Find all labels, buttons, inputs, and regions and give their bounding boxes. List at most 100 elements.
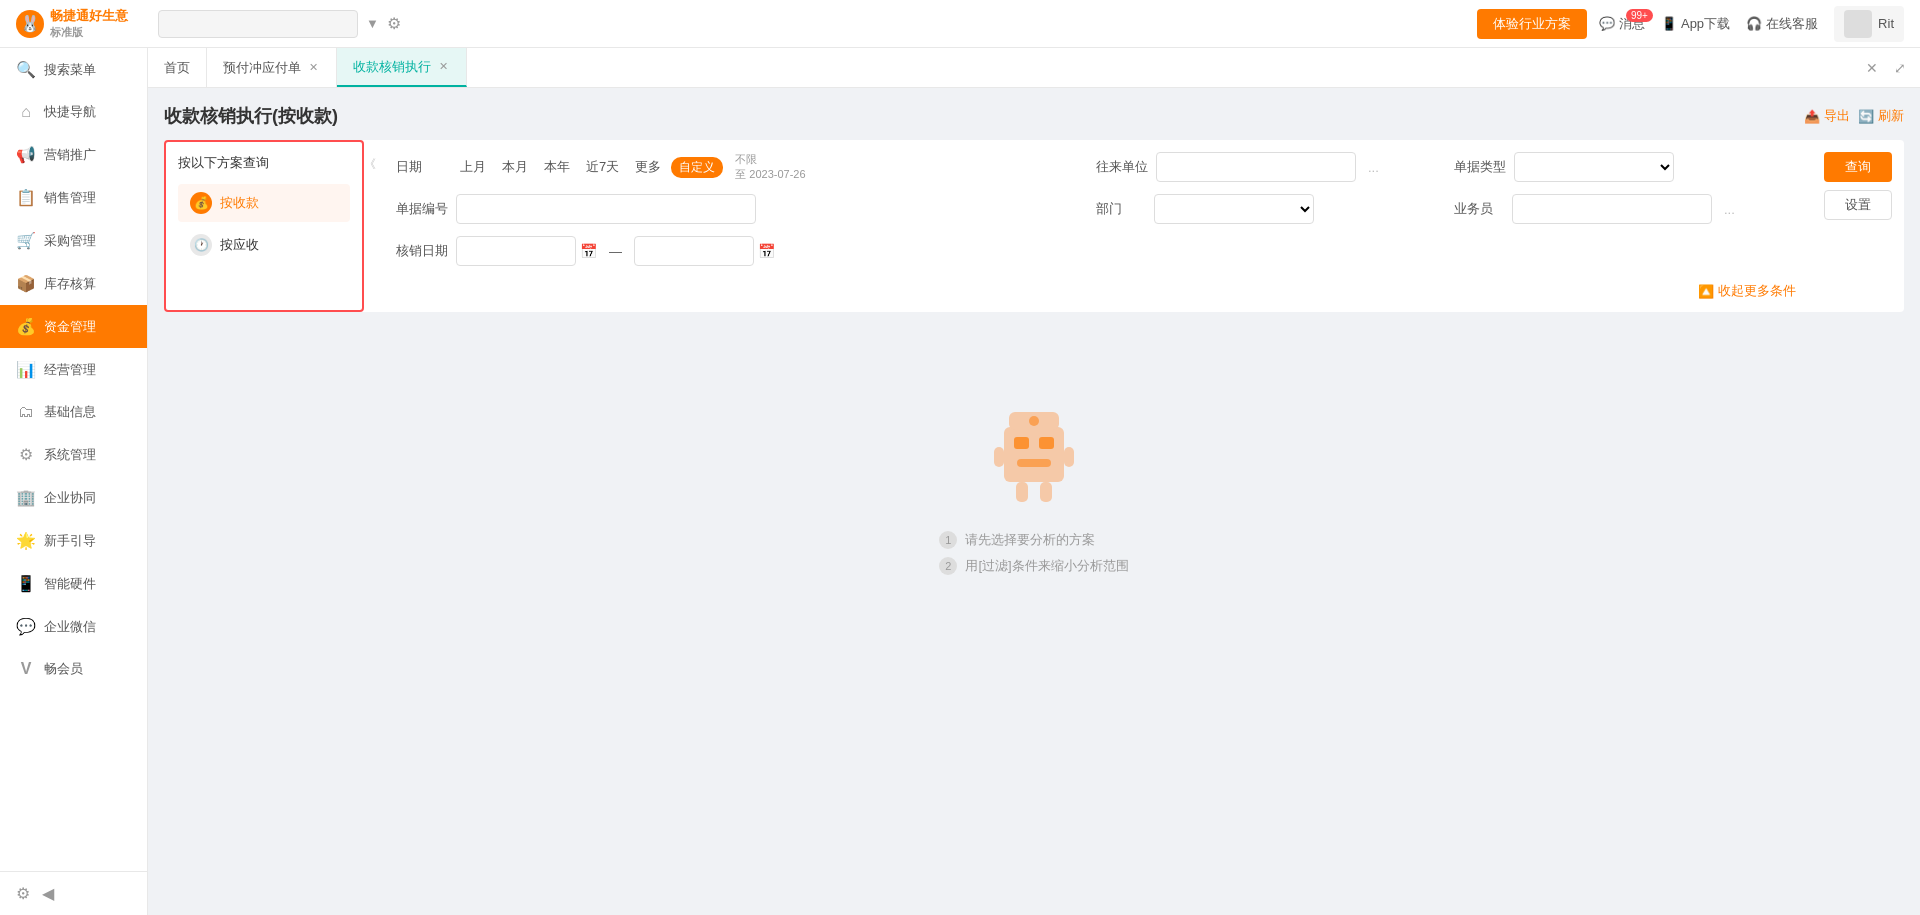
inventory-icon: 📦 [16,274,36,293]
solution-button[interactable]: 体验行业方案 [1477,9,1587,39]
voucher-type-field: 单据类型 [1454,152,1796,182]
tab-home[interactable]: 首页 [148,48,207,87]
voucher-type-select[interactable] [1514,152,1674,182]
staff-dots[interactable]: ... [1720,202,1739,217]
sidebar-label-enterprise: 企业协同 [44,489,96,507]
empty-state: 1 请先选择要分析的方案 2 用[过滤]条件来缩小分析范围 [164,392,1904,575]
date-label: 日期 [396,158,446,176]
sidebar-item-purchase[interactable]: 🛒 采购管理 [0,219,147,262]
sidebar-item-enterprise[interactable]: 🏢 企业协同 [0,476,147,519]
app-download-action[interactable]: 📱 App下载 [1661,15,1730,33]
filter-row-2: 单据编号 部门 业务员 ... [396,194,1796,224]
date-tab-last-month[interactable]: 上月 [454,156,492,178]
svg-rect-5 [1064,447,1074,467]
empty-illustration [974,392,1094,515]
message-action[interactable]: 💬 消息 99+ [1599,15,1645,33]
search-input[interactable] [158,10,358,38]
hardware-icon: 📱 [16,574,36,593]
sidebar-item-member[interactable]: V 畅会员 [0,648,147,690]
sidebar-item-basic-info[interactable]: 🗂 基础信息 [0,391,147,433]
date-tab-this-month[interactable]: 本月 [496,156,534,178]
wechat-icon: 💬 [16,617,36,636]
filter-option-by-collection[interactable]: 💰 按收款 [178,184,350,222]
refresh-button[interactable]: 🔄 刷新 [1858,107,1904,125]
tab-bar: 首页 预付冲应付单 ✕ 收款核销执行 ✕ ✕ ⤢ [148,48,1920,88]
reconcile-date-dash: — [609,244,622,259]
sidebar-label-inventory: 库存核算 [44,275,96,293]
sidebar-item-funds[interactable]: 💰 资金管理 [0,305,147,348]
sidebar-label-funds: 资金管理 [44,318,96,336]
voucher-no-field: 单据编号 [396,194,1080,224]
top-bar-search: ▼ ⚙ [158,10,1465,38]
collapse-more-btn[interactable]: 🔼 收起更多条件 [396,282,1796,300]
empty-text: 1 请先选择要分析的方案 2 用[过滤]条件来缩小分析范围 [939,531,1128,575]
hint-1-text: 请先选择要分析的方案 [965,531,1095,549]
filter-option-receivable-label: 按应收 [220,236,259,254]
tab-collection-offset[interactable]: 收款核销执行 ✕ [337,48,467,87]
staff-input[interactable] [1512,194,1712,224]
filter-scheme-title: 按以下方案查询 [178,154,350,172]
filter-collapse-btn[interactable]: 《 [364,140,380,312]
sidebar-label-guide: 新手引导 [44,532,96,550]
dept-select[interactable] [1154,194,1314,224]
settings-icon[interactable]: ⚙ [387,14,401,33]
sidebar-item-quick-nav[interactable]: ⌂ 快捷导航 [0,91,147,133]
sidebar-item-hardware[interactable]: 📱 智能硬件 [0,562,147,605]
date-tab-7days[interactable]: 近7天 [580,156,625,178]
collapse-more-label: 收起更多条件 [1718,282,1796,300]
app-download-label: App下载 [1681,15,1730,33]
reconcile-date-end-calendar-icon[interactable]: 📅 [758,243,775,259]
settings-button[interactable]: 设置 [1824,190,1892,220]
svg-rect-3 [1017,459,1051,467]
home-icon: ⌂ [16,103,36,121]
reconcile-date-start-input[interactable]: 2023-03-01 [456,236,576,266]
sidebar-item-search-menu[interactable]: 🔍 搜索菜单 [0,48,147,91]
top-bar-actions: 💬 消息 99+ 📱 App下载 🎧 在线客服 Rit [1599,6,1904,42]
party-dots[interactable]: ... [1364,160,1383,175]
page-title: 收款核销执行(按收款) [164,104,338,128]
dept-label: 部门 [1096,200,1146,218]
tab-prepay-close[interactable]: ✕ [307,59,320,76]
export-button[interactable]: 📤 导出 [1804,107,1850,125]
collection-option-icon: 💰 [190,192,212,214]
business-icon: 📊 [16,360,36,379]
sidebar-item-guide[interactable]: 🌟 新手引导 [0,519,147,562]
sidebar-collapse-icon[interactable]: ◀ [42,884,54,903]
filter-option-by-receivable[interactable]: 🕐 按应收 [178,226,350,264]
staff-label: 业务员 [1454,200,1504,218]
hint-2-num: 2 [939,557,957,575]
staff-field: 业务员 ... [1454,194,1796,224]
tab-collection-close[interactable]: ✕ [437,58,450,75]
date-tab-more[interactable]: 更多 [629,156,667,178]
voucher-no-input[interactable] [456,194,756,224]
dropdown-icon[interactable]: ▼ [366,16,379,31]
collapse-up-icon: 🔼 [1698,284,1714,299]
svg-rect-4 [994,447,1004,467]
sidebar-item-business[interactable]: 📊 经营管理 [0,348,147,391]
member-icon: V [16,660,36,678]
sidebar-settings-icon[interactable]: ⚙ [16,884,30,903]
reconcile-date-end-input[interactable]: 2023-07-21 [634,236,754,266]
sidebar-item-system[interactable]: ⚙ 系统管理 [0,433,147,476]
query-button[interactable]: 查询 [1824,152,1892,182]
reconcile-date-start-calendar-icon[interactable]: 📅 [580,243,597,259]
sidebar-label-wechat: 企业微信 [44,618,96,636]
party-input[interactable] [1156,152,1356,182]
sidebar-item-inventory[interactable]: 📦 库存核算 [0,262,147,305]
logo-subtitle: 标准版 [50,25,128,40]
user-name: Rit [1878,16,1894,31]
reconcile-date-end-group: 2023-07-21 📅 [634,236,775,266]
sidebar-item-sales[interactable]: 📋 销售管理 [0,176,147,219]
sidebar-label-purchase: 采购管理 [44,232,96,250]
dept-field: 部门 [1096,194,1438,224]
svg-point-9 [1029,416,1039,426]
sidebar-item-marketing[interactable]: 📢 营销推广 [0,133,147,176]
tab-close-all-icon[interactable]: ✕ [1860,56,1884,80]
online-service-action[interactable]: 🎧 在线客服 [1746,15,1818,33]
user-area[interactable]: Rit [1834,6,1904,42]
tab-expand-icon[interactable]: ⤢ [1888,56,1912,80]
tab-prepay-offset[interactable]: 预付冲应付单 ✕ [207,48,337,87]
date-tab-this-year[interactable]: 本年 [538,156,576,178]
reconcile-date-label: 核销日期 [396,242,448,260]
sidebar-item-wechat[interactable]: 💬 企业微信 [0,605,147,648]
